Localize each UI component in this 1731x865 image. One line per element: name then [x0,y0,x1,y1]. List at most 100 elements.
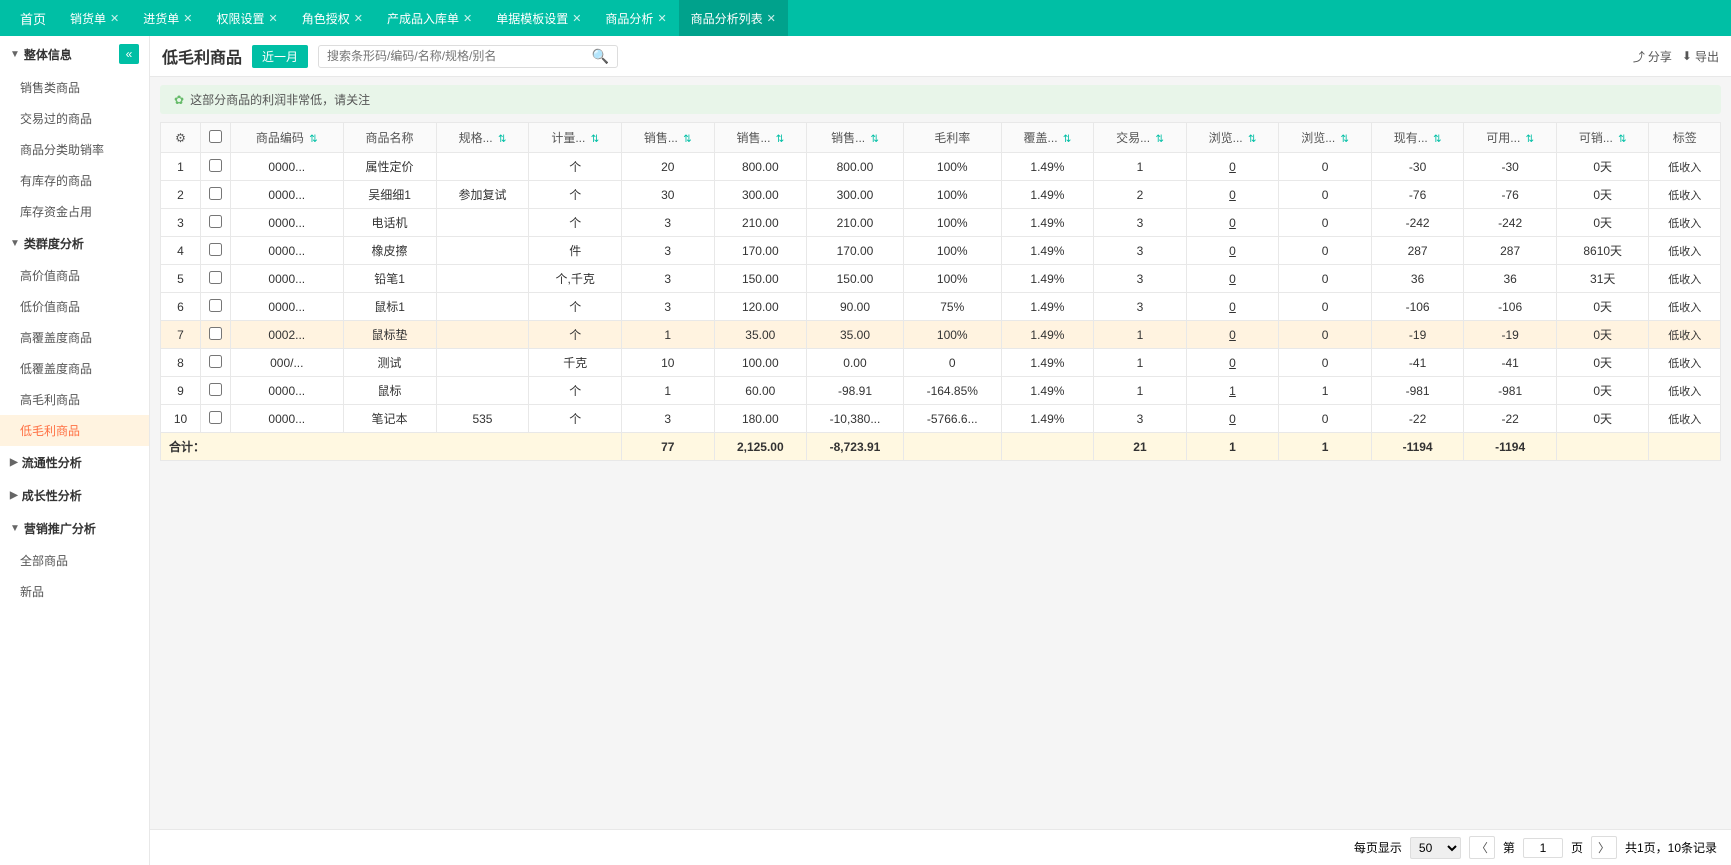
nav-analysis-list-close[interactable]: ✕ [767,12,776,25]
row-check[interactable] [201,405,231,433]
col-header-stock1[interactable]: 现有... ⇅ [1371,123,1464,153]
row-check[interactable] [201,377,231,405]
sidebar-item-low-value[interactable]: 低价值商品 [0,291,149,322]
table-row: 8 000/... 测试 千克 10 100.00 0.00 0 1.49% 1… [161,349,1721,377]
row-s1: 3 [621,405,714,433]
col-header-cover[interactable]: 覆盖... ⇅ [1001,123,1094,153]
nav-purchase[interactable]: 进货单 ✕ [131,0,204,36]
row-check[interactable] [201,181,231,209]
row-checkbox[interactable] [209,187,222,200]
nav-sales-close[interactable]: ✕ [110,12,119,25]
nav-products-close[interactable]: ✕ [463,12,472,25]
nav-analysis-list[interactable]: 商品分析列表 ✕ [679,0,788,36]
search-input[interactable] [327,49,592,63]
period-button[interactable]: 近一月 [252,45,308,68]
row-tag: 低收入 [1649,265,1721,293]
col-header-unit[interactable]: 计量... ⇅ [529,123,622,153]
col-header-s1[interactable]: 销售... ⇅ [621,123,714,153]
nav-permissions-close[interactable]: ✕ [269,12,278,25]
row-browse1[interactable]: 0 [1186,237,1279,265]
nav-permissions[interactable]: 权限设置 ✕ [204,0,289,36]
row-checkbox[interactable] [209,299,222,312]
sidebar-group-marketing[interactable]: ▼ 营销推广分析 [0,512,149,545]
row-browse1[interactable]: 0 [1186,405,1279,433]
sidebar-item-all-goods[interactable]: 全部商品 [0,545,149,576]
table-container[interactable]: ⚙ 商品编码 ⇅ 商品名称 规格... ⇅ 计量... ⇅ 销售... ⇅ 销售… [150,114,1731,829]
row-check[interactable] [201,209,231,237]
nav-purchase-close[interactable]: ✕ [183,12,192,25]
row-check[interactable] [201,237,231,265]
nav-analysis[interactable]: 商品分析 ✕ [593,0,678,36]
sidebar-item-stock-capital[interactable]: 库存资金占用 [0,196,149,227]
row-browse1[interactable]: 0 [1186,181,1279,209]
row-browse1[interactable]: 0 [1186,265,1279,293]
nav-templates-close[interactable]: ✕ [572,12,581,25]
sidebar-item-low-margin[interactable]: 低毛利商品 [0,415,149,446]
total-trade: 21 [1094,433,1187,461]
col-header-browse2[interactable]: 浏览... ⇅ [1279,123,1372,153]
row-browse1[interactable]: 0 [1186,293,1279,321]
row-checkbox[interactable] [209,271,222,284]
nav-products[interactable]: 产成品入库单 ✕ [375,0,484,36]
col-header-setting[interactable]: ⚙ [161,123,201,153]
nav-analysis-close[interactable]: ✕ [657,12,666,25]
sidebar-item-new-goods[interactable]: 新品 [0,576,149,607]
sidebar-group-growth[interactable]: ▶ 成长性分析 [0,479,149,512]
sidebar-item-high-margin[interactable]: 高毛利商品 [0,384,149,415]
row-checkbox[interactable] [209,215,222,228]
sidebar-item-sales-goods[interactable]: 销售类商品 [0,72,149,103]
row-checkbox[interactable] [209,243,222,256]
col-header-s3[interactable]: 销售... ⇅ [807,123,904,153]
row-browse1[interactable]: 1 [1186,377,1279,405]
row-check[interactable] [201,349,231,377]
row-check[interactable] [201,265,231,293]
share-button[interactable]: ⤴ 分享 [1633,48,1672,65]
col-header-browse1[interactable]: 浏览... ⇅ [1186,123,1279,153]
row-checkbox[interactable] [209,383,222,396]
sidebar-item-traded-goods[interactable]: 交易过的商品 [0,103,149,134]
col-header-check[interactable] [201,123,231,153]
row-checkbox[interactable] [209,327,222,340]
row-browse1[interactable]: 0 [1186,349,1279,377]
per-page-select[interactable]: 50 100 200 [1410,837,1461,859]
nav-sales[interactable]: 销货单 ✕ [58,0,131,36]
sidebar-collapse-btn[interactable]: « [119,44,139,64]
row-checkbox[interactable] [209,159,222,172]
sidebar-item-high-coverage[interactable]: 高覆盖度商品 [0,322,149,353]
next-page-btn[interactable]: 〉 [1591,836,1617,859]
row-browse1[interactable]: 0 [1186,321,1279,349]
col-header-spec[interactable]: 规格... ⇅ [436,123,529,153]
row-checkbox[interactable] [209,355,222,368]
col-header-tag[interactable]: 标签 [1649,123,1721,153]
sidebar-group-flow[interactable]: ▶ 流通性分析 [0,446,149,479]
col-header-stock2[interactable]: 可用... ⇅ [1464,123,1557,153]
sidebar-group-cluster[interactable]: ▼ 类群度分析 [0,227,149,260]
row-check[interactable] [201,321,231,349]
col-header-code[interactable]: 商品编码 ⇅ [231,123,344,153]
export-button[interactable]: ⬇ 导出 [1682,48,1719,65]
sidebar-group-info[interactable]: ▼ 整体信息 « [0,36,149,72]
row-checkbox[interactable] [209,411,222,424]
search-icon[interactable]: 🔍 [592,48,609,65]
col-header-stock3[interactable]: 可销... ⇅ [1556,123,1649,153]
row-browse1[interactable]: 0 [1186,209,1279,237]
sidebar-item-low-coverage[interactable]: 低覆盖度商品 [0,353,149,384]
nav-home[interactable]: 首页 [8,0,58,36]
prev-page-btn[interactable]: 〈 [1469,836,1495,859]
sidebar-item-in-stock[interactable]: 有库存的商品 [0,165,149,196]
col-header-s2[interactable]: 销售... ⇅ [714,123,807,153]
row-check[interactable] [201,293,231,321]
sidebar-item-high-value[interactable]: 高价值商品 [0,260,149,291]
nav-templates[interactable]: 单据模板设置 ✕ [484,0,593,36]
row-browse1[interactable]: 0 [1186,153,1279,181]
sidebar-item-category-rate[interactable]: 商品分类助销率 [0,134,149,165]
row-check[interactable] [201,153,231,181]
check-all[interactable] [209,130,222,143]
nav-roles-close[interactable]: ✕ [354,12,363,25]
col-header-gross[interactable]: 毛利率 [903,123,1001,153]
nav-roles[interactable]: 角色授权 ✕ [290,0,375,36]
col-header-trade[interactable]: 交易... ⇅ [1094,123,1187,153]
col-header-name[interactable]: 商品名称 [343,123,436,153]
notice-text: 这部分商品的利润非常低，请关注 [190,91,370,108]
page-input[interactable] [1523,838,1563,858]
